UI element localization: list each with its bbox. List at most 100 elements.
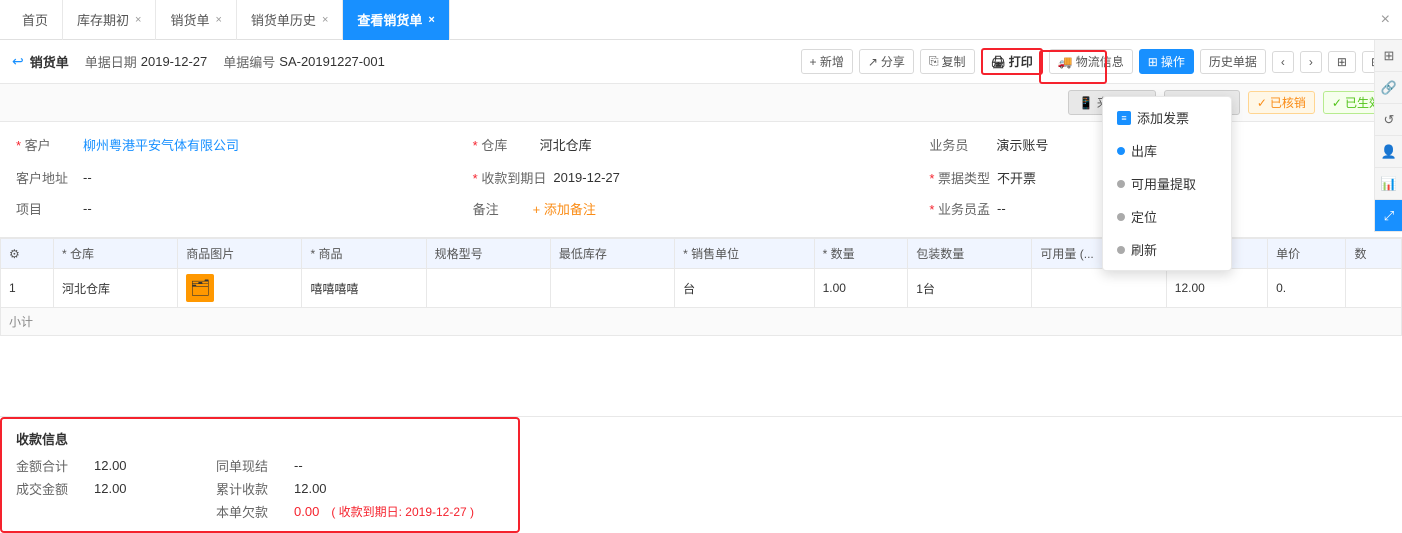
dropdown-add-invoice[interactable]: ≡ 添加发票 bbox=[1103, 101, 1231, 134]
right-panel-btn-1[interactable]: ⊞ bbox=[1375, 40, 1402, 72]
dropdown-locate[interactable]: 定位 bbox=[1103, 200, 1231, 233]
print-label: 打印 bbox=[1009, 53, 1033, 70]
deal-amount-item: 成交金额 12.00 bbox=[16, 479, 216, 498]
tab-view-sales-label: 查看销货单 bbox=[357, 10, 422, 29]
truck-icon: 🚚 bbox=[1058, 55, 1073, 69]
tab-sales-history-close[interactable]: × bbox=[322, 14, 328, 26]
table-row: 1 河北仓库 🗂 嘻嘻嘻嘻 台 1.00 1台 12.00 0. bbox=[1, 269, 1402, 308]
tab-sales-close[interactable]: × bbox=[215, 14, 221, 26]
payment-date-value: 2019-12-27 bbox=[546, 167, 627, 188]
sold-badge: ✓ 已核销 bbox=[1248, 91, 1315, 114]
tab-view-sales[interactable]: 查看销货单 × bbox=[343, 0, 449, 40]
copy-icon: ⎘ bbox=[929, 54, 939, 69]
new-button[interactable]: + 新增 bbox=[801, 49, 853, 74]
col-pack-qty: 包装数量 bbox=[908, 239, 1032, 269]
next-button[interactable]: › bbox=[1300, 51, 1322, 73]
right-panel-btn-5[interactable]: 📊 bbox=[1375, 168, 1402, 200]
outbound-label: 出库 bbox=[1131, 141, 1157, 160]
locate-label: 定位 bbox=[1131, 207, 1157, 226]
operation-dropdown: ≡ 添加发票 出库 可用量提取 定位 刷新 bbox=[1102, 96, 1232, 271]
owed-item: 本单欠款 0.00 ( 收款到期日: 2019-12-27 ) bbox=[216, 502, 496, 521]
col-product-img: 商品图片 bbox=[178, 239, 302, 269]
refresh-dot bbox=[1117, 246, 1125, 254]
share-button[interactable]: ↗ 分享 bbox=[859, 49, 914, 74]
col-gear: ⚙ bbox=[1, 239, 54, 269]
dropdown-refresh[interactable]: 刷新 bbox=[1103, 233, 1231, 266]
deal-amount-label: 成交金额 bbox=[16, 479, 86, 498]
ticket-type-label: 票据类型 bbox=[929, 168, 990, 187]
project-value: -- bbox=[76, 198, 99, 219]
staff-label: 业务员 bbox=[929, 135, 989, 154]
subtotal-label: 小计 bbox=[1, 308, 1402, 336]
doc-date-field: 单据日期 2019-12-27 bbox=[85, 52, 208, 71]
tab-view-sales-close[interactable]: × bbox=[428, 14, 434, 26]
product-image: 🗂 bbox=[186, 274, 214, 302]
same-order-value: -- bbox=[294, 458, 303, 473]
col-unit-price: 单价 bbox=[1268, 239, 1346, 269]
print-icon: 🖨 bbox=[991, 55, 1006, 69]
total-amount-item: 金额合计 12.00 bbox=[16, 456, 216, 475]
row-unit-price: 0. bbox=[1268, 269, 1346, 308]
operation-label: 操作 bbox=[1161, 53, 1185, 70]
right-panel-btn-2[interactable]: 🔗 bbox=[1375, 72, 1402, 104]
owed-label: 本单欠款 bbox=[216, 502, 286, 521]
note-label: 备注 bbox=[473, 199, 533, 218]
payment-info-area: 收款信息 金额合计 12.00 同单现结 -- 成交金额 12.00 累计收款 … bbox=[0, 416, 1402, 533]
right-panel-btn-6[interactable]: ⤢ bbox=[1375, 200, 1402, 232]
tab-home-label: 首页 bbox=[22, 10, 48, 29]
row-min-stock bbox=[550, 269, 674, 308]
row-pack-qty: 1台 bbox=[908, 269, 1032, 308]
tab-sales-history-label: 销货单历史 bbox=[251, 10, 316, 29]
tab-sales[interactable]: 销货单 × bbox=[156, 0, 236, 40]
doc-meta: 单据日期 2019-12-27 单据编号 SA-20191227-001 bbox=[85, 52, 801, 71]
grid1-button[interactable]: ⊞ bbox=[1328, 51, 1356, 73]
doc-date-value: 2019-12-27 bbox=[141, 54, 208, 69]
tab-inventory[interactable]: 库存期初 × bbox=[63, 0, 156, 40]
doc-type-label: 销货单 bbox=[30, 52, 69, 71]
row-stock: 12.00 bbox=[1166, 269, 1267, 308]
tab-home[interactable]: 首页 bbox=[8, 0, 63, 40]
copy-label: 复制 bbox=[942, 53, 966, 70]
row-product-img: 🗂 bbox=[178, 269, 302, 308]
logistics-button[interactable]: 🚚 物流信息 bbox=[1049, 49, 1133, 74]
salesperson-value: -- bbox=[990, 198, 1013, 219]
history-label: 历史单据 bbox=[1209, 53, 1257, 70]
copy-button[interactable]: ⎘ 复制 bbox=[920, 49, 975, 74]
address-field: 客户地址 -- bbox=[16, 167, 473, 188]
right-panel-btn-4[interactable]: 👤 bbox=[1375, 136, 1402, 168]
right-panel-btn-3[interactable]: ↺ bbox=[1375, 104, 1402, 136]
row-sales-unit: 台 bbox=[675, 269, 815, 308]
share-icon: ↗ bbox=[868, 55, 878, 69]
col-more: 数 bbox=[1346, 239, 1402, 269]
window-close-button[interactable]: × bbox=[1381, 11, 1390, 29]
dropdown-outbound[interactable]: 出库 bbox=[1103, 134, 1231, 167]
tab-inventory-close[interactable]: × bbox=[135, 14, 141, 26]
right-panel: ⊞ 🔗 ↺ 👤 📊 ⤢ bbox=[1374, 40, 1402, 232]
dropdown-available-qty[interactable]: 可用量提取 bbox=[1103, 167, 1231, 200]
prev-button[interactable]: ‹ bbox=[1272, 51, 1294, 73]
locate-dot bbox=[1117, 213, 1125, 221]
customer-value[interactable]: 柳州粤港平安气体有限公司 bbox=[76, 132, 246, 157]
cumulative-label: 累计收款 bbox=[216, 479, 286, 498]
salesperson-label: 业务员孟 bbox=[929, 199, 990, 218]
tab-sales-label: 销货单 bbox=[170, 10, 209, 29]
cumulative-value: 12.00 bbox=[294, 481, 327, 496]
print-button[interactable]: 🖨 打印 bbox=[981, 48, 1043, 75]
address-value: -- bbox=[76, 167, 99, 188]
tab-sales-history[interactable]: 销货单历史 × bbox=[237, 0, 343, 40]
doc-number-label: 单据编号 bbox=[223, 52, 275, 71]
operation-button[interactable]: ⊞ 操作 bbox=[1139, 49, 1194, 74]
history-button[interactable]: 历史单据 bbox=[1200, 49, 1266, 74]
doc-number-value: SA-20191227-001 bbox=[279, 54, 385, 69]
col-spec: 规格型号 bbox=[426, 239, 550, 269]
add-note-button[interactable]: + 添加备注 bbox=[533, 199, 596, 218]
row-spec bbox=[426, 269, 550, 308]
phone-icon: 📱 bbox=[1079, 96, 1094, 110]
staff-value: 演示账号 bbox=[989, 132, 1055, 157]
col-product: * 商品 bbox=[302, 239, 426, 269]
customer-label: 客户 bbox=[16, 135, 76, 154]
subtotal-row: 小计 bbox=[1, 308, 1402, 336]
col-sales-unit: * 销售单位 bbox=[675, 239, 815, 269]
col-min-stock: 最低库存 bbox=[550, 239, 674, 269]
invoice-icon: ≡ bbox=[1117, 111, 1131, 125]
